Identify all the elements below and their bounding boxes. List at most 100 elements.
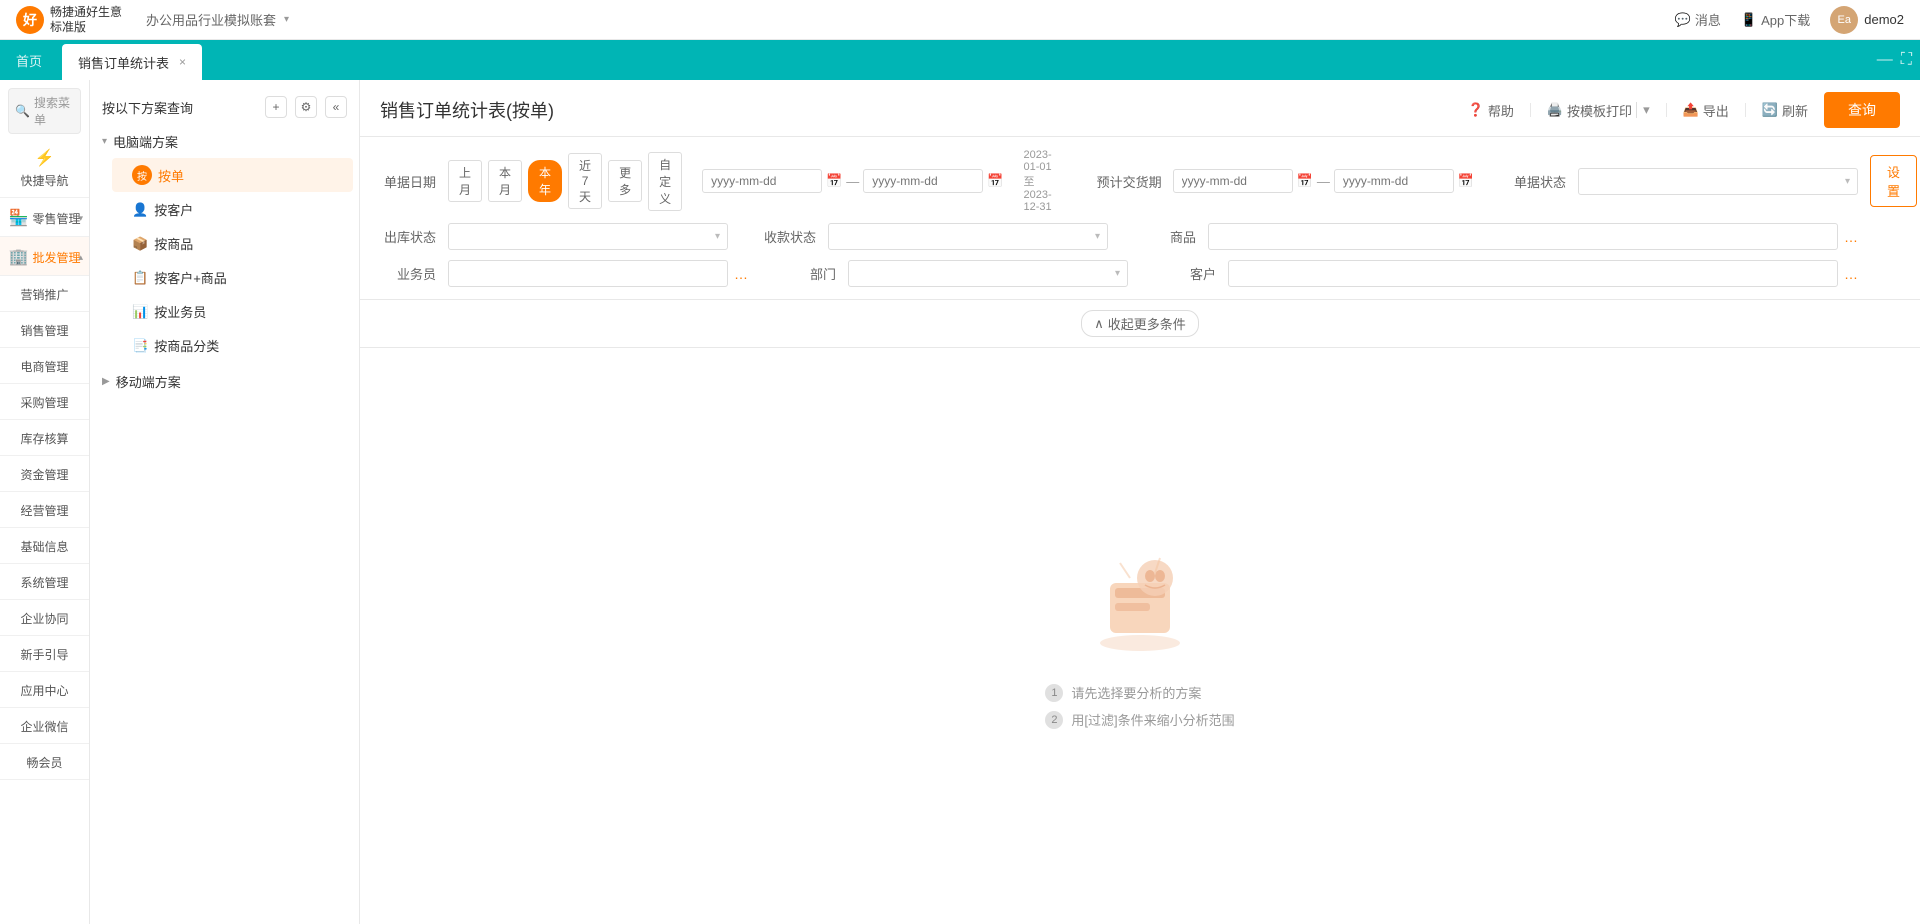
sidebar-item-marketing[interactable]: 营销推广 [0, 276, 89, 312]
retail-icon: 🏪 [9, 208, 29, 228]
top-bar: 好 畅捷通好生意 标准版 办公用品行业模拟账套 ▾ 💬 消息 📱 App下载 E… [0, 0, 1920, 40]
collapse-panel-btn[interactable]: « [325, 96, 347, 118]
settings-scheme-btn[interactable]: ⚙ [295, 96, 317, 118]
print-dropdown-icon[interactable]: ▾ [1636, 102, 1650, 118]
page-header: 销售订单统计表(按单) ❓ 帮助 🖨️ 按模板打印 ▾ 📤 导出 [360, 80, 1920, 137]
tab-sales-stats[interactable]: 销售订单统计表 × [62, 44, 202, 80]
date-range-group: 📅 — 📅 [702, 169, 1003, 193]
collapse-more-btn[interactable]: ∧ 收起更多条件 [1081, 310, 1199, 337]
salesperson-ellipsis-btn[interactable]: … [734, 266, 748, 282]
user-area[interactable]: Ea demo2 [1830, 6, 1904, 34]
date-btn-last-7-days[interactable]: 近7天 [568, 153, 602, 209]
export-icon: 📤 [1683, 102, 1699, 118]
date-btn-this-year[interactable]: 本年 [528, 160, 562, 202]
scheme-by-customer-product[interactable]: 📋 按客户+商品 [112, 261, 353, 294]
date-to-input[interactable] [863, 169, 983, 193]
scheme-by-order[interactable]: 按 按单 [112, 158, 353, 192]
date-btn-this-month[interactable]: 本月 [488, 160, 522, 202]
date-btn-last-month[interactable]: 上月 [448, 160, 482, 202]
tab-close-btn[interactable]: × [179, 55, 186, 69]
customer-ellipsis-btn[interactable]: … [1844, 266, 1858, 282]
print-btn-label: 按模板打印 [1567, 101, 1632, 120]
left-panel: 按以下方案查询 + ⚙ « ▾ 电脑端方案 按 按单 👤 按客户 [90, 80, 360, 924]
sidebar-item-finance[interactable]: 资金管理 [0, 456, 89, 492]
goods-input[interactable] [1208, 223, 1838, 250]
export-btn[interactable]: 📤 导出 [1683, 101, 1729, 120]
sidebar-item-quick-nav[interactable]: ⚡ 快捷导航 [0, 138, 89, 198]
collapse-icon: ∧ [1094, 316, 1104, 332]
quick-nav-icon: ⚡ [35, 148, 55, 168]
sidebar-item-member[interactable]: 畅会员 [0, 744, 89, 780]
empty-hint-2: 2 用[过滤]条件来缩小分析范围 [1045, 710, 1234, 729]
sidebar-item-purchase[interactable]: 采购管理 [0, 384, 89, 420]
message-icon: 💬 [1675, 12, 1691, 28]
delivery-status-select[interactable] [448, 223, 728, 250]
sidebar-search-btn[interactable]: 🔍 搜索菜单 [8, 88, 81, 134]
app-download-icon: 📱 [1741, 12, 1757, 28]
by-product-icon: 📦 [132, 236, 148, 252]
date-btn-more[interactable]: 更多 [608, 160, 642, 202]
date-separator: — [846, 174, 859, 189]
date-from-input[interactable] [702, 169, 822, 193]
pc-scheme-header[interactable]: ▾ 电脑端方案 [90, 126, 359, 157]
sidebar-item-operations[interactable]: 经营管理 [0, 492, 89, 528]
sidebar-item-sales[interactable]: 销售管理 [0, 312, 89, 348]
expected-date-to-input[interactable] [1334, 169, 1454, 193]
message-action[interactable]: 💬 消息 [1675, 10, 1721, 29]
filter-row-1: 单据日期 上月 本月 本年 近7天 更多 自定义 📅 — [380, 149, 1858, 213]
sidebar-item-wholesale[interactable]: 🏢 批发管理 ▴ [0, 237, 89, 276]
scheme-by-product-category[interactable]: 📑 按商品分类 [112, 329, 353, 362]
tab-bar: 首页 销售订单统计表 × — ⛶ [0, 40, 1920, 80]
sidebar-item-newbie[interactable]: 新手引导 [0, 636, 89, 672]
by-order-icon: 按 [132, 165, 152, 185]
goods-ellipsis-btn[interactable]: … [1844, 229, 1858, 245]
mobile-scheme-title: 移动端方案 [116, 372, 181, 391]
top-bar-right: 💬 消息 📱 App下载 Ea demo2 [1675, 6, 1904, 34]
scheme-by-product[interactable]: 📦 按商品 [112, 227, 353, 260]
sidebar-item-basic[interactable]: 基础信息 [0, 528, 89, 564]
customer-input[interactable] [1228, 260, 1838, 287]
print-icon: 🖨️ [1547, 102, 1563, 118]
app-download-action[interactable]: 📱 App下载 [1741, 10, 1810, 29]
tab-maximize-btn[interactable]: ⛶ [1901, 51, 1912, 69]
sidebar-item-system[interactable]: 系统管理 [0, 564, 89, 600]
tab-home[interactable]: 首页 [0, 40, 58, 80]
scheme-by-customer[interactable]: 👤 按客户 [112, 193, 353, 226]
date-from-calendar-icon[interactable]: 📅 [826, 173, 842, 189]
expected-date-from-input[interactable] [1173, 169, 1293, 193]
sidebar-item-inventory[interactable]: 库存核算 [0, 420, 89, 456]
expected-date-range-group: 📅 — 📅 [1173, 169, 1474, 193]
sidebar: 🔍 搜索菜单 ⚡ 快捷导航 🏪 零售管理 ▾ 🏢 批发管理 ▴ 营销推广 销售管… [0, 80, 90, 924]
print-btn[interactable]: 🖨️ 按模板打印 ▾ [1547, 101, 1650, 120]
logo-text: 畅捷通好生意 标准版 [50, 5, 122, 34]
pc-scheme-items: 按 按单 👤 按客户 📦 按商品 📋 按客户+商品 📊 按业务员 [90, 158, 359, 362]
salesperson-input[interactable] [448, 260, 728, 287]
page-header-actions: ❓ 帮助 🖨️ 按模板打印 ▾ 📤 导出 🔄 [1468, 92, 1900, 128]
sidebar-item-wechat[interactable]: 企业微信 [0, 708, 89, 744]
top-bar-left: 好 畅捷通好生意 标准版 办公用品行业模拟账套 ▾ [16, 5, 289, 34]
add-scheme-btn[interactable]: + [265, 96, 287, 118]
sidebar-item-enterprise[interactable]: 企业协同 [0, 600, 89, 636]
tab-bar-controls: — ⛶ [1877, 51, 1920, 69]
sidebar-item-retail[interactable]: 🏪 零售管理 ▾ [0, 198, 89, 237]
help-btn[interactable]: ❓ 帮助 [1468, 101, 1514, 120]
sidebar-item-app-center[interactable]: 应用中心 [0, 672, 89, 708]
query-button[interactable]: 查询 [1824, 92, 1900, 128]
app-title-dropdown[interactable]: ▾ [284, 14, 289, 25]
doc-status-select[interactable] [1578, 168, 1858, 195]
date-btn-custom[interactable]: 自定义 [648, 152, 682, 211]
department-select[interactable] [848, 260, 1128, 287]
filter-row-2: 出库状态 ▾ 收款状态 ▾ [380, 223, 1858, 250]
tab-minimize-btn[interactable]: — [1877, 51, 1893, 69]
doc-status-label: 单据状态 [1510, 172, 1566, 191]
sidebar-item-ecommerce[interactable]: 电商管理 [0, 348, 89, 384]
date-to-calendar-icon[interactable]: 📅 [987, 173, 1003, 189]
mobile-scheme-header[interactable]: ▶ 移动端方案 [90, 366, 359, 397]
scheme-by-salesperson[interactable]: 📊 按业务员 [112, 295, 353, 328]
settings-button[interactable]: 设置 [1870, 155, 1917, 207]
payment-status-select[interactable] [828, 223, 1108, 250]
refresh-btn[interactable]: 🔄 刷新 [1762, 101, 1808, 120]
expected-from-calendar-icon[interactable]: 📅 [1297, 173, 1313, 189]
customer-input-wrapper: … [1228, 260, 1858, 287]
expected-to-calendar-icon[interactable]: 📅 [1458, 173, 1474, 189]
